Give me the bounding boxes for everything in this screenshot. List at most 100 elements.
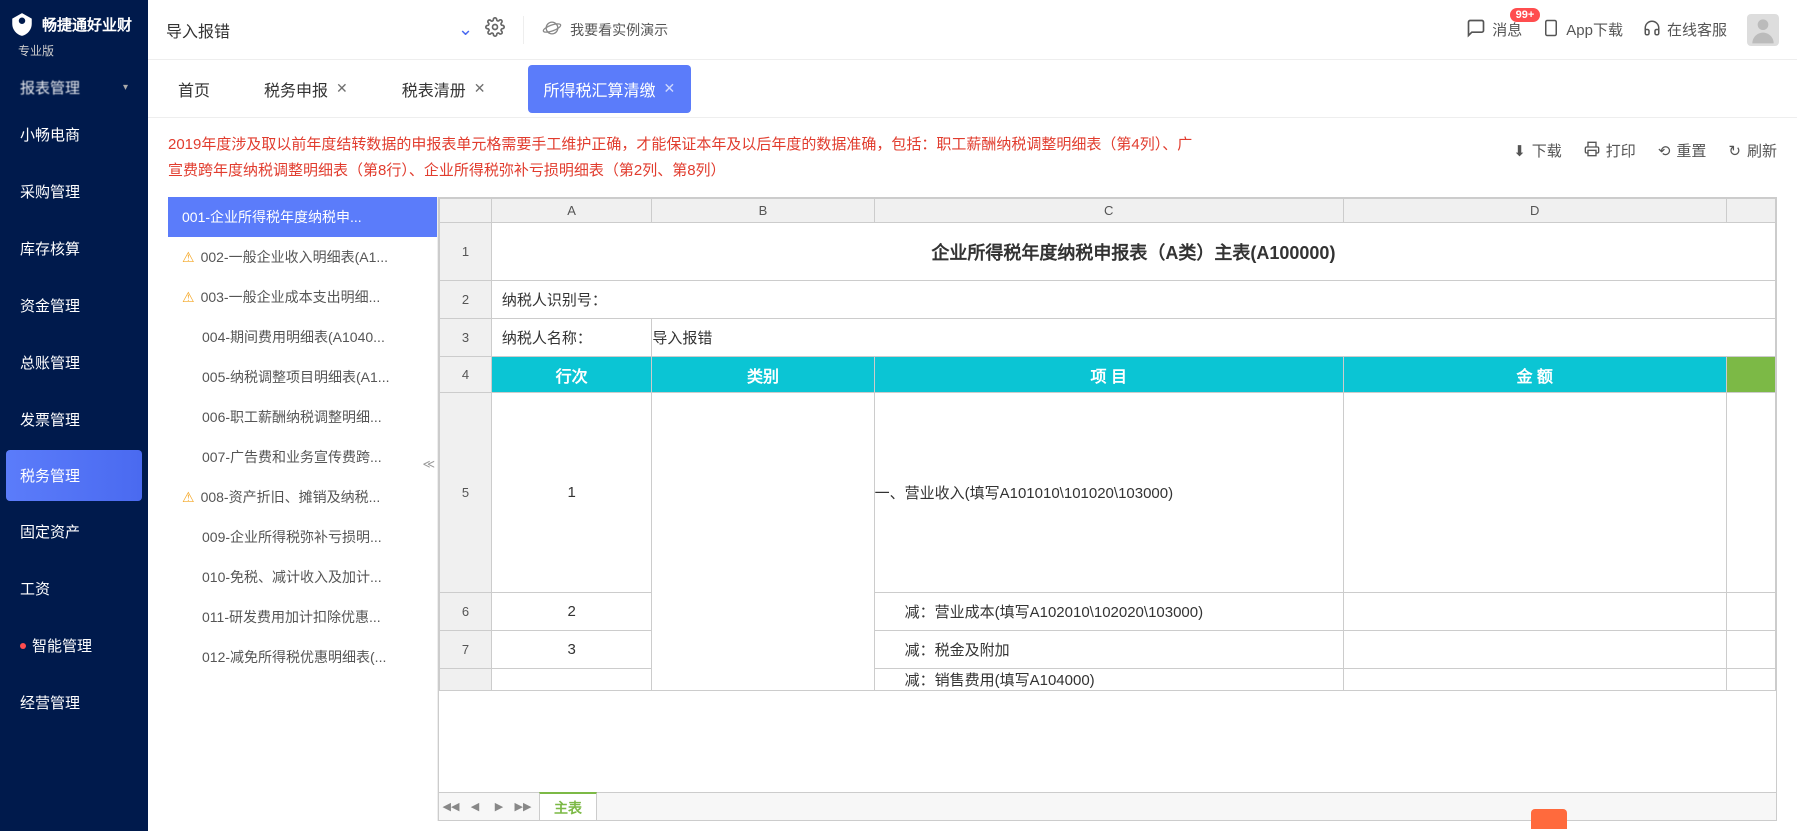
demo-link[interactable]: 我要看实例演示 <box>542 18 668 41</box>
mobile-icon <box>1542 19 1560 41</box>
row-head-2[interactable]: 2 <box>440 281 492 319</box>
chevron-down-icon: ▾ <box>123 82 128 93</box>
form-item-003[interactable]: ⚠003-一般企业成本支出明细... <box>168 277 437 317</box>
row-head-8[interactable] <box>440 669 492 691</box>
cell-7-amount[interactable] <box>1343 631 1726 669</box>
close-icon[interactable]: ✕ <box>336 80 348 97</box>
cell-5-category[interactable] <box>652 393 874 691</box>
row-head-1[interactable]: 1 <box>440 223 492 281</box>
sidebar-item-shuiwu[interactable]: 税务管理 <box>6 450 142 501</box>
sidebar-item-zhineng[interactable]: 智能管理 <box>0 617 148 674</box>
row-head-3[interactable]: 3 <box>440 319 492 357</box>
cell-8-seq[interactable] <box>491 669 652 691</box>
tab-shuibiao[interactable]: 税表清册✕ <box>390 63 498 115</box>
taxpayer-name-value[interactable]: 导入报错 <box>652 319 1776 357</box>
refresh-button[interactable]: ↻刷新 <box>1728 140 1777 161</box>
form-item-001[interactable]: 001-企业所得税年度纳税申... <box>168 197 437 237</box>
form-item-002[interactable]: ⚠002-一般企业收入明细表(A1... <box>168 237 437 277</box>
form-item-004[interactable]: 004-期间费用明细表(A1040... <box>168 317 437 357</box>
warn-icon: ⚠ <box>182 289 195 306</box>
support-button[interactable]: 在线客服 <box>1643 19 1727 41</box>
col-head-d[interactable]: D <box>1343 199 1726 223</box>
form-item-005[interactable]: 005-纳税调整项目明细表(A1... <box>168 357 437 397</box>
form-item-010[interactable]: 010-免税、减计收入及加计... <box>168 557 437 597</box>
print-icon <box>1584 141 1600 161</box>
collapse-panel-icon[interactable]: ≪ <box>422 457 435 471</box>
divider <box>523 16 524 44</box>
sidebar-item-kucun[interactable]: 库存核算 <box>0 220 148 277</box>
form-item-011[interactable]: 011-研发费用加计扣除优惠... <box>168 597 437 637</box>
spreadsheet: A B C D 1 企业所得税年度纳税申报表（A类）主表(A100000) <box>438 197 1777 821</box>
sheet-title[interactable]: 企业所得税年度纳税申报表（A类）主表(A100000) <box>491 223 1775 281</box>
col-head-b[interactable]: B <box>652 199 874 223</box>
cell-7-seq[interactable]: 3 <box>491 631 652 669</box>
sheet-tab-main[interactable]: 主表 <box>539 792 597 822</box>
cell-5-amount[interactable] <box>1343 393 1726 593</box>
cell-8-item[interactable]: 减：销售费用(填写A104000) <box>874 669 1343 691</box>
sheet-nav-last[interactable]: ▶▶ <box>511 800 535 813</box>
header-amount: 金 额 <box>1343 357 1726 393</box>
cell-7-extra[interactable] <box>1726 631 1775 669</box>
sheet-grid[interactable]: A B C D 1 企业所得税年度纳税申报表（A类）主表(A100000) <box>439 198 1776 792</box>
col-head-a[interactable]: A <box>491 199 652 223</box>
cell-6-item[interactable]: 减：营业成本(填写A102010\102020\103000) <box>874 593 1343 631</box>
notice-bar: 2019年度涉及取以前年度结转数据的申报表单元格需要手工维护正确，才能保证本年及… <box>148 118 1797 197</box>
sidebar-item-zijin[interactable]: 资金管理 <box>0 277 148 334</box>
cell-5-extra[interactable] <box>1726 393 1775 593</box>
sidebar-item-dianshang[interactable]: 小畅电商 <box>0 106 148 163</box>
sidebar-item-gongzi[interactable]: 工资 <box>0 560 148 617</box>
sidebar-item-caigou[interactable]: 采购管理 <box>0 163 148 220</box>
sheet-nav-next[interactable]: ▶ <box>487 800 511 813</box>
taxpayer-name-label[interactable]: 纳税人名称： <box>491 319 652 357</box>
row-head-7[interactable]: 7 <box>440 631 492 669</box>
download-icon: ⬇ <box>1513 142 1526 160</box>
cell-5-seq[interactable]: 1 <box>491 393 652 593</box>
cell-5-item[interactable]: 一、营业收入(填写A101010\101020\103000) <box>874 393 1343 593</box>
gear-icon[interactable] <box>485 17 505 42</box>
cell-7-item[interactable]: 减：税金及附加 <box>874 631 1343 669</box>
tab-home[interactable]: 首页 <box>166 63 222 115</box>
sheet-nav-prev[interactable]: ◀ <box>463 800 487 813</box>
page-tabs: 首页 税务申报✕ 税表清册✕ 所得税汇算清缴✕ <box>148 60 1797 118</box>
cell-8-amount[interactable] <box>1343 669 1726 691</box>
cell-8-extra[interactable] <box>1726 669 1775 691</box>
close-icon[interactable]: ✕ <box>474 80 486 97</box>
cell-6-extra[interactable] <box>1726 593 1775 631</box>
message-icon <box>1466 18 1486 42</box>
sidebar-item-guding[interactable]: 固定资产 <box>0 503 148 560</box>
close-icon[interactable]: ✕ <box>664 80 676 97</box>
tab-shuiwushenbao[interactable]: 税务申报✕ <box>252 63 360 115</box>
sidebar-item-fapiao[interactable]: 发票管理 <box>0 391 148 448</box>
sheet-corner[interactable] <box>440 199 492 223</box>
form-item-006[interactable]: 006-职工薪酬纳税调整明细... <box>168 397 437 437</box>
sidebar: 畅捷通好业财 专业版 报表管理▾ 小畅电商 采购管理 库存核算 资金管理 总账管… <box>0 0 148 831</box>
floating-widget[interactable] <box>1531 809 1567 829</box>
sidebar-item-zongzhang[interactable]: 总账管理 <box>0 334 148 391</box>
sheet-nav-first[interactable]: ◀◀ <box>439 800 463 813</box>
cell-6-amount[interactable] <box>1343 593 1726 631</box>
form-item-009[interactable]: 009-企业所得税弥补亏损明... <box>168 517 437 557</box>
brand-edition: 专业版 <box>0 42 148 69</box>
print-button[interactable]: 打印 <box>1584 140 1636 161</box>
sidebar-item-jingying[interactable]: 经营管理 <box>0 674 148 731</box>
col-head-c[interactable]: C <box>874 199 1343 223</box>
tab-suodeshuihuisuan[interactable]: 所得税汇算清缴✕ <box>528 65 692 113</box>
avatar[interactable] <box>1747 14 1779 46</box>
message-button[interactable]: 消息 99+ <box>1466 18 1522 42</box>
reset-button[interactable]: ⟲重置 <box>1658 140 1707 161</box>
form-item-012[interactable]: 012-减免所得税优惠明细表(... <box>168 637 437 677</box>
sidebar-item-baobiao[interactable]: 报表管理▾ <box>0 69 148 106</box>
download-button[interactable]: ⬇下载 <box>1513 140 1562 161</box>
row-head-5[interactable]: 5 <box>440 393 492 593</box>
app-download-button[interactable]: App下载 <box>1542 19 1623 41</box>
form-item-007[interactable]: 007-广告费和业务宣传费跨... <box>168 437 437 477</box>
chevron-down-icon[interactable]: ⌄ <box>458 19 473 40</box>
form-item-008[interactable]: ⚠008-资产折旧、摊销及纳税... <box>168 477 437 517</box>
col-head-e[interactable] <box>1726 199 1775 223</box>
row-head-6[interactable]: 6 <box>440 593 492 631</box>
row-head-4[interactable]: 4 <box>440 357 492 393</box>
cell-6-seq[interactable]: 2 <box>491 593 652 631</box>
taxpayer-id-label[interactable]: 纳税人识别号： <box>491 281 1775 319</box>
form-list: 001-企业所得税年度纳税申... ⚠002-一般企业收入明细表(A1... ⚠… <box>168 197 438 821</box>
search-display[interactable]: 导入报错 <box>166 18 446 42</box>
